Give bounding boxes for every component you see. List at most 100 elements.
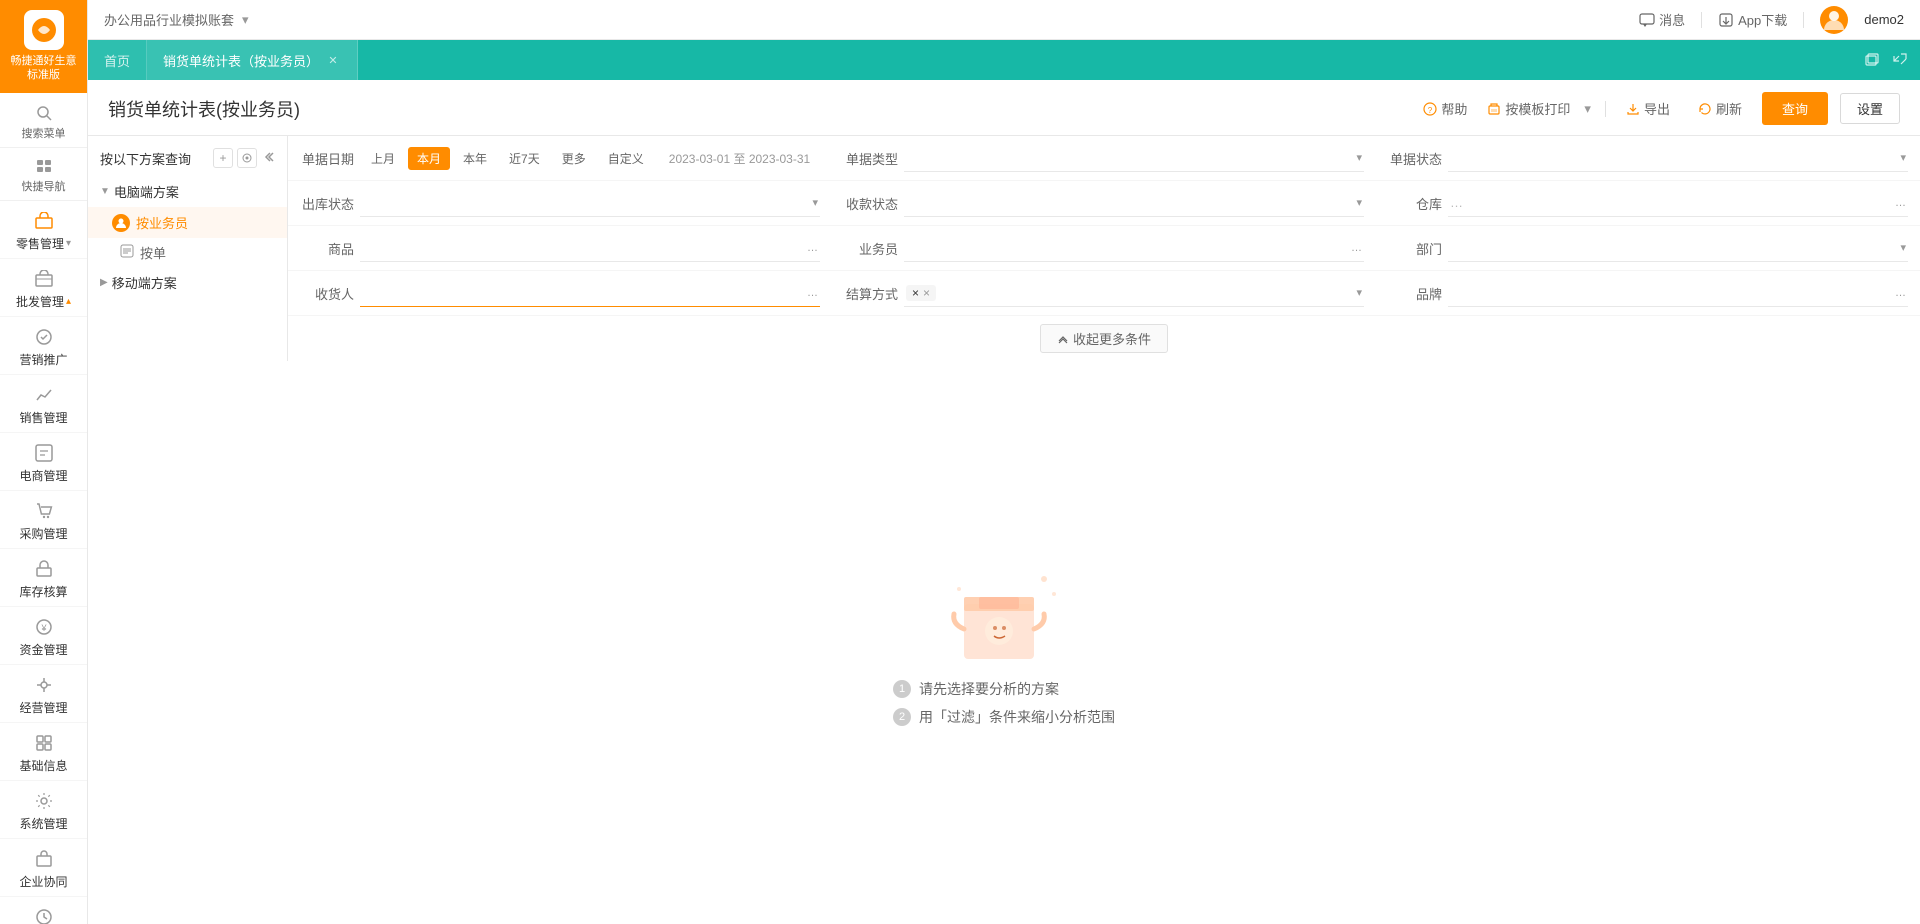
user-name[interactable]: demo2 <box>1864 12 1904 27</box>
filter-docstatus-cell: 单据状态 ▾ <box>1376 142 1920 174</box>
product-control[interactable]: … <box>360 234 820 262</box>
top-header: 办公用品行业模拟账套 ▾ 消息 App下载 demo2 <box>88 0 1920 40</box>
filter-salesperson-cell: 业务员 … <box>832 232 1376 264</box>
header-right: 消息 App下载 demo2 <box>1639 6 1904 34</box>
scheme-collapse-btn[interactable] <box>261 150 275 167</box>
salesperson-control[interactable]: … <box>904 234 1364 262</box>
sidebar-item-marketing[interactable]: 营销推广 <box>0 317 87 375</box>
empty-step2-text: 用「过滤」条件来缩小分析范围 <box>919 707 1115 727</box>
finance-label: 资金管理 <box>19 641 67 658</box>
settlement-tag: × × <box>906 285 936 301</box>
main-area: 办公用品行业模拟账套 ▾ 消息 App下载 demo2 首页 销货单统计表 <box>88 0 1920 924</box>
marketing-label: 营销推广 <box>19 351 67 368</box>
scheme-group-desktop-title[interactable]: ▼ 电脑端方案 <box>88 176 287 207</box>
refresh-button[interactable]: 刷新 <box>1690 95 1750 122</box>
department-control[interactable]: ▾ <box>1448 234 1908 262</box>
print-dropdown-icon[interactable]: ▾ <box>1582 97 1593 121</box>
scheme-item-salesperson[interactable]: 按业务员 <box>88 207 287 238</box>
scheme-group-arrow: ▼ <box>100 186 110 197</box>
app-logo[interactable]: 畅捷通好生意 标准版 <box>0 0 87 93</box>
app-title-dropdown[interactable]: ▾ <box>242 12 249 28</box>
print-label: 按模板打印 <box>1505 99 1570 118</box>
ecommerce-label: 电商管理 <box>19 467 67 484</box>
date-custom[interactable]: 自定义 <box>599 147 653 170</box>
filter-row-3: 商品 … 业务员 … 部门 ▾ <box>288 226 1920 271</box>
tab-maximize-btn[interactable] <box>1888 48 1912 72</box>
basic-label: 基础信息 <box>19 757 67 774</box>
empty-step1-text: 请先选择要分析的方案 <box>919 679 1059 699</box>
date-this-month[interactable]: 本月 <box>408 147 450 170</box>
app-title: 办公用品行业模拟账套 <box>104 10 234 29</box>
step-num-2: 2 <box>893 708 911 726</box>
export-button[interactable]: 导出 <box>1618 95 1678 122</box>
message-button[interactable]: 消息 <box>1639 10 1685 29</box>
tab-restore-btn[interactable] <box>1860 48 1884 72</box>
sales-label: 销售管理 <box>19 409 67 426</box>
sidebar-item-purchase[interactable]: 采购管理 <box>0 491 87 549</box>
sidebar-item-ecommerce[interactable]: 电商管理 <box>0 433 87 491</box>
outstatus-label: 出库状态 <box>300 194 354 213</box>
brand-control[interactable]: … <box>1448 279 1908 307</box>
consignee-label: 收货人 <box>300 284 354 303</box>
sidebar-item-operations[interactable]: 经营管理 <box>0 665 87 723</box>
tab-close-icon[interactable]: ✕ <box>325 52 341 68</box>
help-button[interactable]: ? 帮助 <box>1415 95 1475 122</box>
warehouse-control[interactable]: … … <box>1448 189 1908 217</box>
sidebar-item-retail[interactable]: 零售管理▾ <box>0 201 87 259</box>
sidebar-item-inventory[interactable]: 库存核算 <box>0 549 87 607</box>
help-label: 帮助 <box>1441 99 1467 118</box>
tab-home[interactable]: 首页 <box>88 40 147 80</box>
doctype-control[interactable]: ▾ <box>904 144 1364 172</box>
docstatus-control[interactable]: ▾ <box>1448 144 1908 172</box>
collapse-button[interactable]: 收起更多条件 <box>1040 324 1168 353</box>
sidebar-item-system[interactable]: 系统管理 <box>0 781 87 839</box>
settings-button[interactable]: 设置 <box>1840 93 1900 124</box>
sidebar-item-enterprise[interactable]: 企业协同 <box>0 839 87 897</box>
export-label: 导出 <box>1644 99 1670 118</box>
tab-bar: 首页 销货单统计表（按业务员） ✕ <box>88 40 1920 80</box>
filter-department-cell: 部门 ▾ <box>1376 232 1920 264</box>
print-icon <box>1487 102 1501 116</box>
date-last-month[interactable]: 上月 <box>362 147 404 170</box>
scheme-sub-item-order[interactable]: 按单 <box>88 238 287 267</box>
scheme-edit-icon[interactable] <box>237 148 257 168</box>
logo-text: 畅捷通好生意 标准版 <box>6 54 81 83</box>
print-button[interactable]: 按模板打印 <box>1487 99 1570 118</box>
message-label: 消息 <box>1659 10 1685 29</box>
operations-label: 经营管理 <box>19 699 67 716</box>
salesperson-more-icon: … <box>1351 242 1362 254</box>
sidebar-item-wholesale[interactable]: 批发管理▴ <box>0 259 87 317</box>
settlement-clear-icon[interactable]: × <box>923 286 930 300</box>
search-menu-item[interactable]: 搜索菜单 <box>0 93 87 148</box>
message-icon <box>1639 12 1655 28</box>
sidebar-item-sales[interactable]: 销售管理 <box>0 375 87 433</box>
enterprise-label: 企业协同 <box>19 873 67 890</box>
date-7days[interactable]: 近7天 <box>500 147 549 170</box>
sidebar-item-basic[interactable]: 基础信息 <box>0 723 87 781</box>
settlement-control[interactable]: × × ▾ <box>904 279 1364 307</box>
scheme-group-mobile-label: 移动端方案 <box>112 273 177 292</box>
enterprise-icon <box>34 849 54 869</box>
user-avatar[interactable] <box>1820 6 1848 34</box>
tab-sales-stat[interactable]: 销货单统计表（按业务员） ✕ <box>147 40 358 80</box>
empty-state: 1 请先选择要分析的方案 2 用「过滤」条件来缩小分析范围 <box>88 361 1920 924</box>
sidebar-item-finance[interactable]: ¥ 资金管理 <box>0 607 87 665</box>
query-button[interactable]: 查询 <box>1762 92 1828 125</box>
consignee-control[interactable]: … <box>360 279 820 307</box>
app-download-button[interactable]: App下载 <box>1718 10 1787 29</box>
date-this-year[interactable]: 本年 <box>454 147 496 170</box>
scheme-group-mobile-title[interactable]: ▶ 移动端方案 <box>88 267 287 298</box>
outstatus-control[interactable]: ▾ <box>360 189 820 217</box>
system-icon <box>34 791 54 811</box>
sidebar-item-newguide[interactable]: 新手引导 <box>0 897 87 924</box>
svg-text:?: ? <box>1428 106 1433 115</box>
quick-nav-item[interactable]: 快捷导航 <box>0 148 87 201</box>
sidebar: 畅捷通好生意 标准版 搜索菜单 快捷导航 零售管理▾ 批发管理▴ 营销推广 <box>0 0 88 924</box>
refresh-label: 刷新 <box>1716 99 1742 118</box>
payment-control[interactable]: ▾ <box>904 189 1364 217</box>
date-more[interactable]: 更多 <box>553 147 595 170</box>
date-control[interactable]: 上月 本月 本年 近7天 更多 自定义 2023-03-01 至 2023-03… <box>360 144 820 172</box>
page-actions: ? 帮助 按模板打印 ▾ 导出 刷新 查询 设置 <box>1415 92 1900 125</box>
scheme-add-icon[interactable]: + <box>213 148 233 168</box>
product-label: 商品 <box>300 239 354 258</box>
